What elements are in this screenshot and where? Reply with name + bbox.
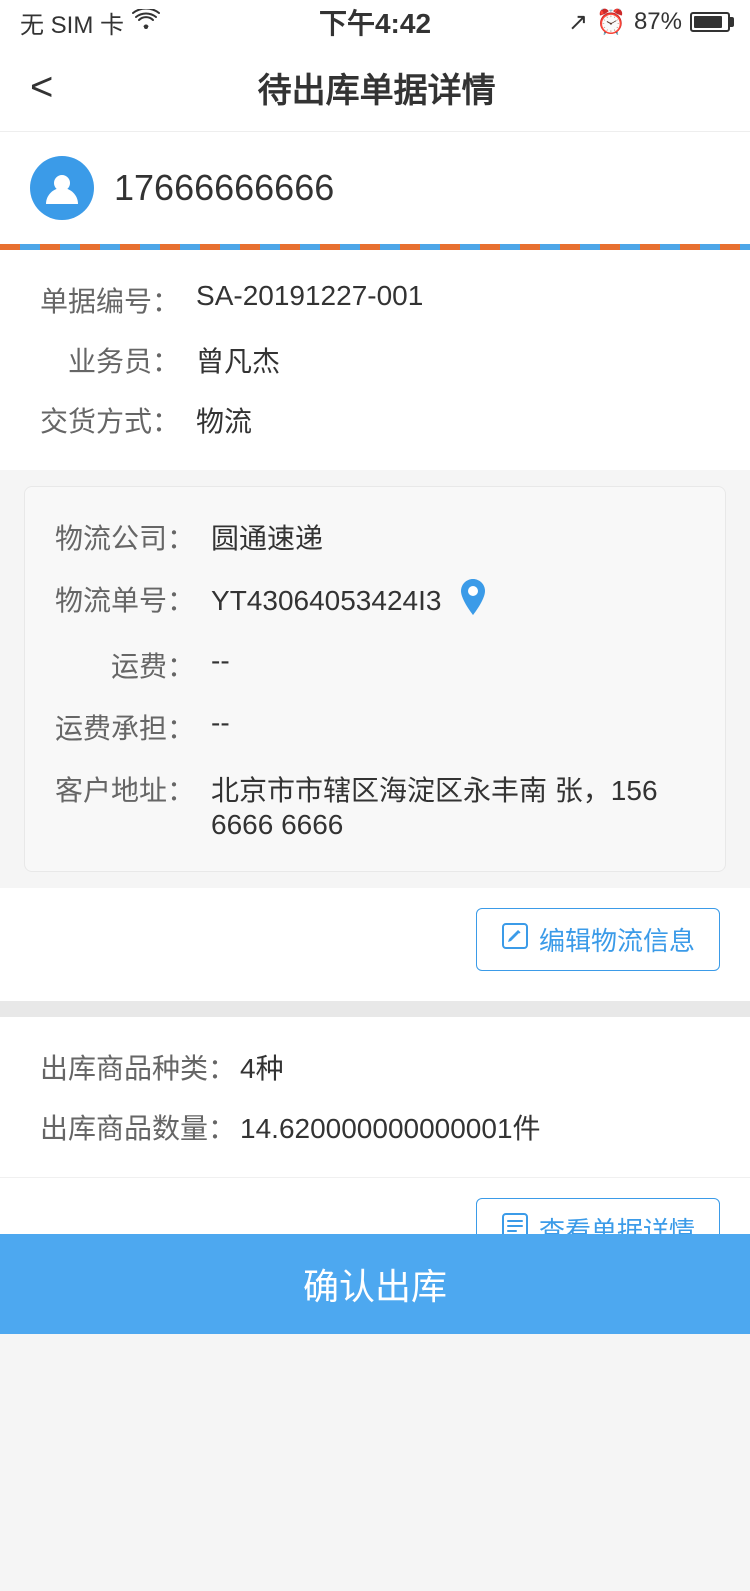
- logistics-company-row: 物流公司： 圆通速递: [55, 517, 695, 557]
- edit-icon: [501, 922, 529, 957]
- salesman-row: 业务员： 曾凡杰: [40, 340, 710, 380]
- back-button[interactable]: <: [30, 65, 53, 110]
- confirm-button-label: 确认出库: [303, 1258, 447, 1310]
- goods-quantity-row: 出库商品数量： 14.620000000000001件: [40, 1107, 710, 1147]
- status-bar: 无 SIM 卡 下午4:42 ↗ ⏰ 87%: [0, 0, 750, 44]
- order-number-value: SA-20191227-001: [196, 280, 710, 312]
- order-number-row: 单据编号： SA-20191227-001: [40, 280, 710, 320]
- edit-logistics-label: 编辑物流信息: [539, 921, 695, 958]
- avatar: [30, 156, 94, 220]
- goods-type-value: 4种: [240, 1047, 284, 1087]
- logistics-company-label: 物流公司：: [55, 517, 195, 557]
- alarm-icon: ⏰: [596, 8, 626, 37]
- goods-quantity-value: 14.620000000000001件: [240, 1107, 541, 1147]
- battery-text: 87%: [634, 8, 682, 36]
- salesman-label: 业务员：: [40, 340, 180, 380]
- order-info-section: 单据编号： SA-20191227-001 业务员： 曾凡杰 交货方式： 物流: [0, 250, 750, 470]
- salesman-value: 曾凡杰: [196, 340, 710, 380]
- dashed-divider: [0, 244, 750, 250]
- delivery-method-value: 物流: [196, 400, 710, 440]
- customer-address-row: 客户地址： 北京市市辖区海淀区永丰南 张，156 6666 6666: [55, 769, 695, 841]
- order-number-label: 单据编号：: [40, 280, 180, 320]
- freight-bear-row: 运费承担： --: [55, 707, 695, 747]
- delivery-method-label: 交货方式：: [40, 400, 180, 440]
- edit-logistics-button[interactable]: 编辑物流信息: [476, 908, 720, 971]
- goods-section: 出库商品种类： 4种 出库商品数量： 14.620000000000001件: [0, 1017, 750, 1177]
- wifi-icon: [132, 8, 160, 36]
- carrier-text: 无 SIM 卡: [20, 5, 124, 40]
- goods-quantity-label: 出库商品数量：: [40, 1107, 236, 1147]
- freight-value: --: [211, 645, 695, 677]
- user-phone: 17666666666: [114, 167, 334, 209]
- customer-address-label: 客户地址：: [55, 769, 195, 809]
- logistics-tracking-value: YT43064053424I3: [211, 579, 695, 623]
- freight-label: 运费：: [55, 645, 195, 685]
- tracking-location-icon[interactable]: [457, 579, 489, 623]
- location-status-icon: ↗: [568, 8, 588, 37]
- status-left: 无 SIM 卡: [20, 5, 160, 40]
- delivery-method-row: 交货方式： 物流: [40, 400, 710, 440]
- nav-bar: < 待出库单据详情: [0, 44, 750, 132]
- logistics-tracking-label: 物流单号：: [55, 579, 195, 619]
- user-section: 17666666666: [0, 132, 750, 244]
- confirm-button[interactable]: 确认出库: [0, 1234, 750, 1334]
- edit-btn-container: 编辑物流信息: [0, 888, 750, 1001]
- status-right: ↗ ⏰ 87%: [568, 8, 730, 37]
- page-title: 待出库单据详情: [73, 63, 680, 112]
- battery-icon: [690, 12, 730, 32]
- goods-type-row: 出库商品种类： 4种: [40, 1047, 710, 1087]
- status-time: 下午4:42: [319, 2, 431, 42]
- logistics-card: 物流公司： 圆通速递 物流单号： YT43064053424I3 运费： -- …: [24, 486, 726, 872]
- goods-type-label: 出库商品种类：: [40, 1047, 236, 1087]
- gray-separator: [0, 1001, 750, 1017]
- customer-address-value: 北京市市辖区海淀区永丰南 张，156 6666 6666: [211, 769, 695, 841]
- freight-row: 运费： --: [55, 645, 695, 685]
- logistics-tracking-row: 物流单号： YT43064053424I3: [55, 579, 695, 623]
- freight-bear-label: 运费承担：: [55, 707, 195, 747]
- logistics-company-value: 圆通速递: [211, 517, 695, 557]
- freight-bear-value: --: [211, 707, 695, 739]
